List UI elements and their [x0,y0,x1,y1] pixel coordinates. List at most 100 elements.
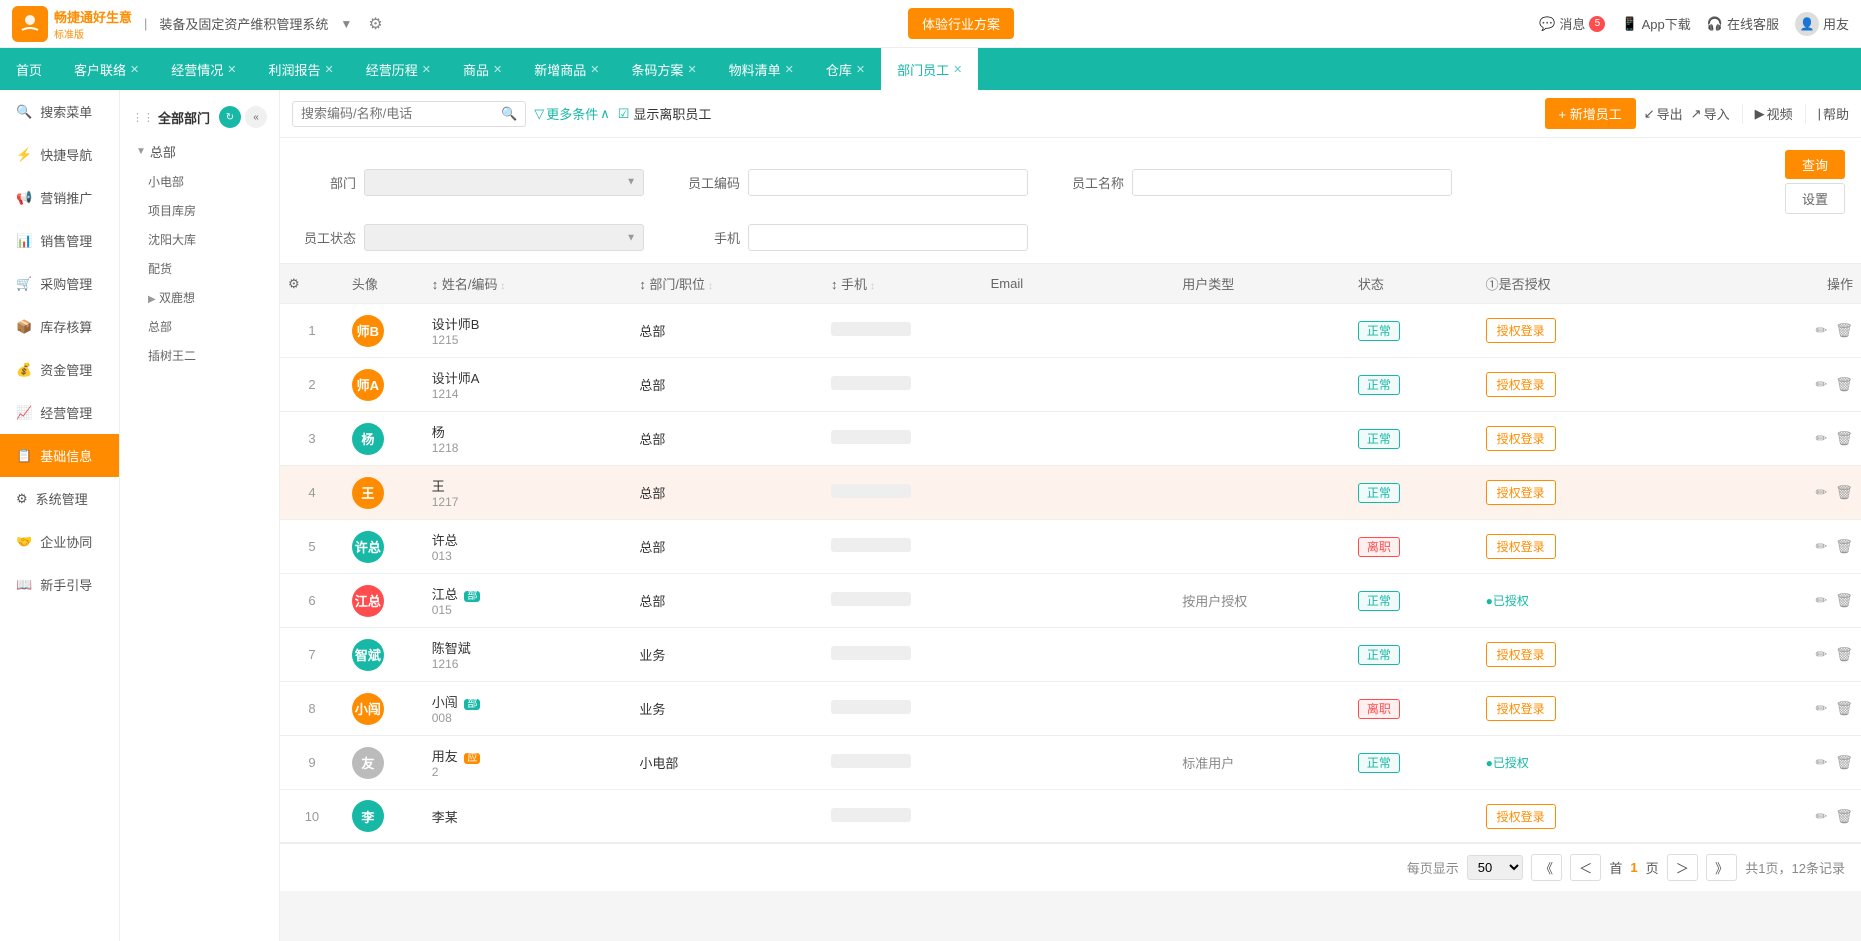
sidebar-item-shortcut[interactable]: ⚡ 快捷导航 [0,133,119,176]
show-resigned-toggle[interactable]: ☑ 显示离职员工 [618,104,712,123]
sidebar-item-purchase[interactable]: 🛒 采购管理 [0,262,119,305]
search-input-wrap[interactable]: 🔍 [292,101,526,127]
dept-tree-xiaodibu[interactable]: 小电部 [120,167,279,196]
delete-btn[interactable]: 🗑 [1835,646,1853,663]
edit-btn[interactable]: ✏ [1815,376,1827,393]
import-button[interactable]: ↗ 导入 [1691,104,1730,123]
close-icon[interactable]: ✕ [590,63,599,76]
nav-item-warehouse[interactable]: 仓库 ✕ [810,48,881,90]
delete-btn[interactable]: 🗑 [1835,754,1853,771]
export-button[interactable]: ↙ 导出 [1644,104,1683,123]
dept-tree-peihuo[interactable]: 配货 [120,254,279,283]
auth-login-btn[interactable]: 授权登录 [1486,480,1556,505]
delete-btn[interactable]: 🗑 [1835,538,1853,555]
phone-input[interactable] [748,224,1028,251]
edit-btn[interactable]: ✏ [1815,430,1827,447]
nav-item-home[interactable]: 首页 [0,48,58,90]
sidebar-item-system[interactable]: ⚙ 系统管理 [0,477,119,520]
nav-item-history[interactable]: 经营历程 ✕ [350,48,447,90]
nav-item-barcode[interactable]: 条码方案 ✕ [615,48,712,90]
dept-tree-shenyang[interactable]: 沈阳大库 [120,225,279,254]
sidebar-item-basic[interactable]: 📋 基础信息 [0,434,119,477]
trial-button[interactable]: 体验行业方案 [908,8,1014,39]
auth-login-btn[interactable]: 授权登录 [1486,318,1556,343]
emp-name-input[interactable] [1132,169,1452,196]
dept-select-wrap[interactable] [364,169,644,196]
edit-btn[interactable]: ✏ [1815,808,1827,825]
first-page-btn[interactable]: 《 [1531,854,1562,881]
video-button[interactable]: ▶ 视频 [1755,104,1793,123]
nav-item-goods[interactable]: 商品 ✕ [447,48,518,90]
delete-btn[interactable]: 🗑 [1835,808,1853,825]
edit-btn[interactable]: ✏ [1815,592,1827,609]
col-name-code[interactable]: ↕ 姓名/编码 [424,264,632,304]
edit-btn[interactable]: ✏ [1815,322,1827,339]
dept-refresh-btn[interactable]: ↻ [219,106,241,128]
delete-btn[interactable]: 🗑 [1835,430,1853,447]
emp-code-input[interactable] [748,169,1028,196]
close-icon[interactable]: ✕ [493,63,502,76]
auth-login-btn[interactable]: 授权登录 [1486,426,1556,451]
query-button[interactable]: 查询 [1785,150,1845,179]
close-icon[interactable]: ✕ [422,63,431,76]
message-item[interactable]: 💬 消息 5 [1539,14,1605,33]
col-dept-pos[interactable]: ↕ 部门/职位 [631,264,823,304]
sidebar-item-search[interactable]: 🔍 搜索菜单 [0,90,119,133]
reset-button[interactable]: 设置 [1785,183,1845,214]
nav-item-dept-staff[interactable]: 部门员工 ✕ [881,48,978,90]
delete-btn[interactable]: 🗑 [1835,322,1853,339]
edit-btn[interactable]: ✏ [1815,646,1827,663]
delete-btn[interactable]: 🗑 [1835,376,1853,393]
page-size-select[interactable]: 50 20 100 [1467,855,1523,880]
dept-tree-headquarters[interactable]: ▼ 总部 [120,136,279,167]
edit-btn[interactable]: ✏ [1815,538,1827,555]
search-input[interactable] [301,106,501,121]
auth-login-btn[interactable]: 授权登录 [1486,642,1556,667]
col-settings[interactable]: ⚙ [280,264,344,304]
status-select[interactable] [364,224,644,251]
close-icon[interactable]: ✕ [856,63,865,76]
dept-tree-shuanglu[interactable]: ▶ 双鹿想 [120,283,279,312]
last-page-btn[interactable]: 》 [1706,854,1737,881]
close-icon[interactable]: ✕ [785,63,794,76]
app-download-item[interactable]: 📱 App下载 [1621,14,1690,33]
status-select-wrap[interactable] [364,224,644,251]
nav-item-bom[interactable]: 物料清单 ✕ [713,48,810,90]
dept-collapse-btn[interactable]: « [245,106,267,128]
add-employee-button[interactable]: + 新增员工 [1545,98,1636,129]
delete-btn[interactable]: 🗑 [1835,592,1853,609]
dept-tree-zongbu[interactable]: 总部 [120,312,279,341]
sidebar-item-finance[interactable]: 💰 资金管理 [0,348,119,391]
close-icon[interactable]: ✕ [687,63,696,76]
settings-icon[interactable]: ⚙ [368,14,382,34]
user-item[interactable]: 👤 用友 [1795,12,1849,36]
next-page-btn[interactable]: ＞ [1667,854,1698,881]
sidebar-item-inventory[interactable]: 📦 库存核算 [0,305,119,348]
nav-item-new-goods[interactable]: 新增商品 ✕ [518,48,615,90]
prev-page-btn[interactable]: ＜ [1570,854,1601,881]
nav-item-profit[interactable]: 利润报告 ✕ [252,48,349,90]
col-phone[interactable]: ↕ 手机 [823,264,983,304]
dept-select[interactable] [364,169,644,196]
dept-tree-chashuwang[interactable]: 插树王二 [120,341,279,370]
edit-btn[interactable]: ✏ [1815,754,1827,771]
auth-login-btn[interactable]: 授权登录 [1486,372,1556,397]
sidebar-item-guide[interactable]: 📖 新手引导 [0,563,119,606]
delete-btn[interactable]: 🗑 [1835,484,1853,501]
nav-item-operation[interactable]: 经营情况 ✕ [155,48,252,90]
close-icon[interactable]: ✕ [325,63,334,76]
online-service-item[interactable]: 🎧 在线客服 [1707,14,1779,33]
dept-tree-project[interactable]: 项目库房 [120,196,279,225]
edit-btn[interactable]: ✏ [1815,484,1827,501]
auth-login-btn[interactable]: 授权登录 [1486,696,1556,721]
close-icon[interactable]: ✕ [227,63,236,76]
sidebar-item-sales[interactable]: 📊 销售管理 [0,219,119,262]
edit-btn[interactable]: ✏ [1815,700,1827,717]
close-icon[interactable]: ✕ [130,63,139,76]
auth-login-btn[interactable]: 授权登录 [1486,534,1556,559]
sidebar-item-collab[interactable]: 🤝 企业协同 [0,520,119,563]
filter-more-btn[interactable]: ▽ 更多条件 ∧ [534,104,610,123]
system-dropdown-arrow[interactable]: ▼ [340,17,352,31]
delete-btn[interactable]: 🗑 [1835,700,1853,717]
nav-item-customer[interactable]: 客户联络 ✕ [58,48,155,90]
